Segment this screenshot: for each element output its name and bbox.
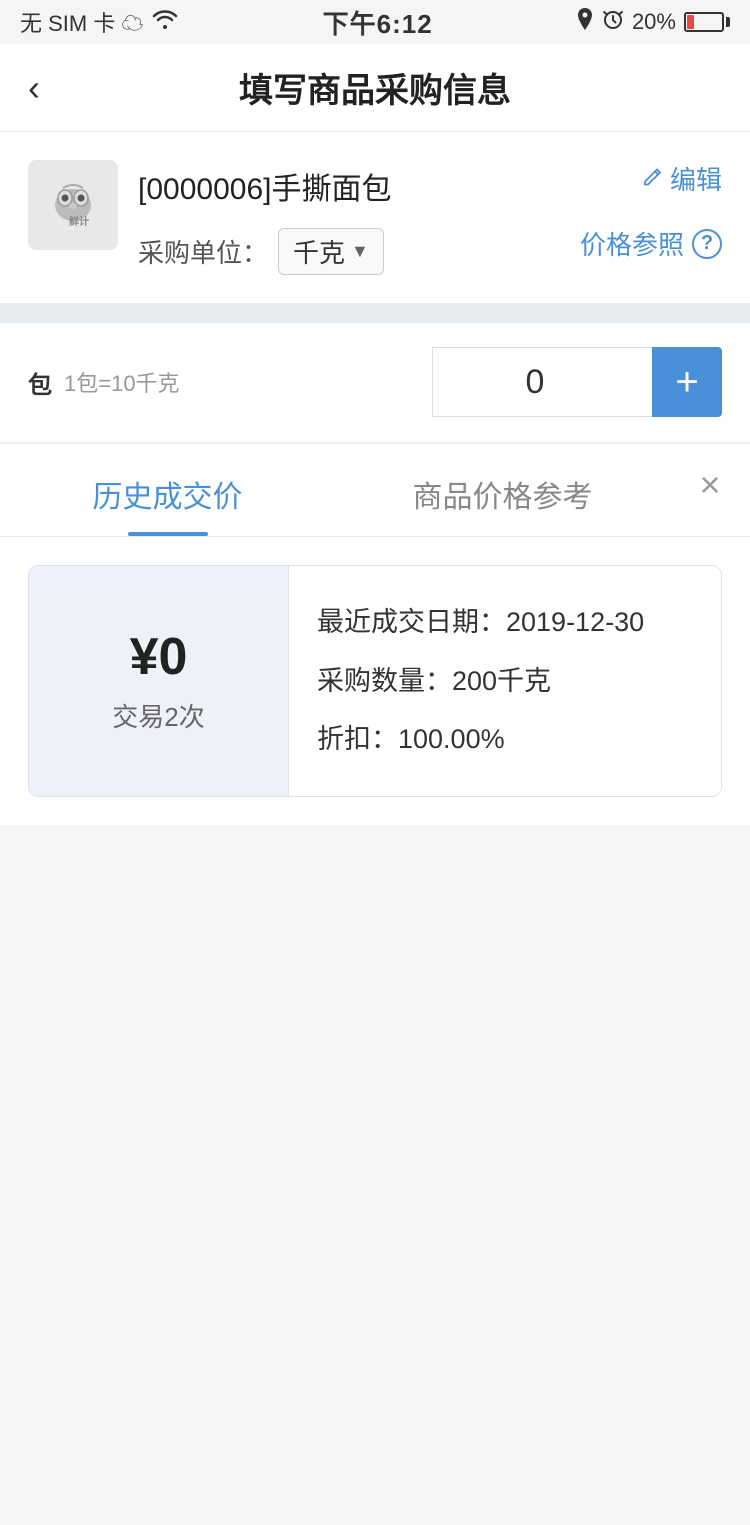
svg-text:鲜计: 鲜计 (69, 215, 89, 228)
unit-value: 千克 (293, 233, 345, 270)
history-card-left: ¥0 交易2次 (29, 566, 289, 796)
battery-icon (684, 12, 730, 32)
quantity-controls: 0 + (432, 347, 722, 417)
price-ref-label: 价格参照 (580, 225, 684, 262)
tab-product-price-ref[interactable]: 商品价格参考 (335, 444, 670, 536)
unit-label: 采购单位： (138, 233, 268, 270)
quantity-plus-button[interactable]: + (652, 347, 722, 417)
quantity-sub-label: 1包=10千克 (64, 366, 180, 398)
status-time: 下午6:12 (323, 4, 433, 41)
tabs-header: 历史成交价 商品价格参考 × (0, 444, 750, 537)
history-quantity-row: 采购数量：200千克 (317, 661, 693, 702)
history-discount-row: 折扣：100.00% (317, 719, 693, 760)
main-background (0, 825, 750, 1525)
history-date-label: 最近成交日期： (317, 607, 506, 637)
price-ref-button[interactable]: 价格参照 ? (580, 225, 722, 262)
history-discount-label: 折扣： (317, 724, 398, 754)
tab-active-indicator (128, 532, 208, 536)
section-divider (0, 303, 750, 323)
history-quantity-label: 采购数量： (317, 666, 452, 696)
history-card-right: 最近成交日期：2019-12-30 采购数量：200千克 折扣：100.00% (289, 566, 721, 796)
history-quantity-value: 200千克 (452, 666, 551, 696)
history-content: ¥0 交易2次 最近成交日期：2019-12-30 采购数量：200千克 折扣：… (0, 537, 750, 825)
edit-label: 编辑 (670, 160, 722, 197)
location-icon (576, 8, 594, 36)
tabs-container: 历史成交价 商品价格参考 × ¥0 交易2次 最近成交日期：2019-12-30… (0, 443, 750, 825)
status-left: 无 SIM 卡 ☁ (20, 6, 179, 38)
product-thumbnail: 鲜计 (28, 160, 118, 250)
tab-close-button[interactable]: × (670, 464, 750, 516)
dropdown-arrow-icon: ▼ (351, 241, 369, 262)
history-card: ¥0 交易2次 最近成交日期：2019-12-30 采购数量：200千克 折扣：… (28, 565, 722, 797)
price-ref-help-icon: ? (692, 229, 722, 259)
history-price-value: ¥0 (130, 627, 188, 687)
sim-status: 无 SIM 卡 ☁ (20, 6, 143, 38)
back-button[interactable]: ‹ (28, 67, 40, 109)
battery-percent: 20% (632, 9, 676, 35)
product-card: 鲜计 [0000006]手撕面包 采购单位： 千克 ▼ (0, 132, 750, 303)
tab-history-price[interactable]: 历史成交价 (0, 444, 335, 536)
product-image-icon: 鲜计 (43, 170, 103, 240)
quantity-input[interactable]: 0 (432, 347, 652, 417)
wifi-icon (151, 8, 179, 36)
history-date-row: 最近成交日期：2019-12-30 (317, 602, 693, 643)
page-title: 填写商品采购信息 (239, 63, 511, 112)
edit-button[interactable]: 编辑 (642, 160, 722, 197)
alarm-icon (602, 8, 624, 36)
status-right: 20% (576, 8, 730, 36)
history-discount-value: 100.00% (398, 724, 505, 754)
unit-dropdown[interactable]: 千克 ▼ (278, 228, 384, 275)
edit-icon (642, 163, 664, 194)
quantity-row: 包 1包=10千克 0 + (0, 323, 750, 441)
history-date-value: 2019-12-30 (506, 607, 644, 637)
nav-header: ‹ 填写商品采购信息 (0, 44, 750, 132)
status-bar: 无 SIM 卡 ☁ 下午6:12 20% (0, 0, 750, 44)
product-name: [0000006]手撕面包 (138, 164, 391, 208)
history-trade-count: 交易2次 (112, 697, 204, 734)
quantity-unit-badge: 包 (28, 365, 52, 400)
